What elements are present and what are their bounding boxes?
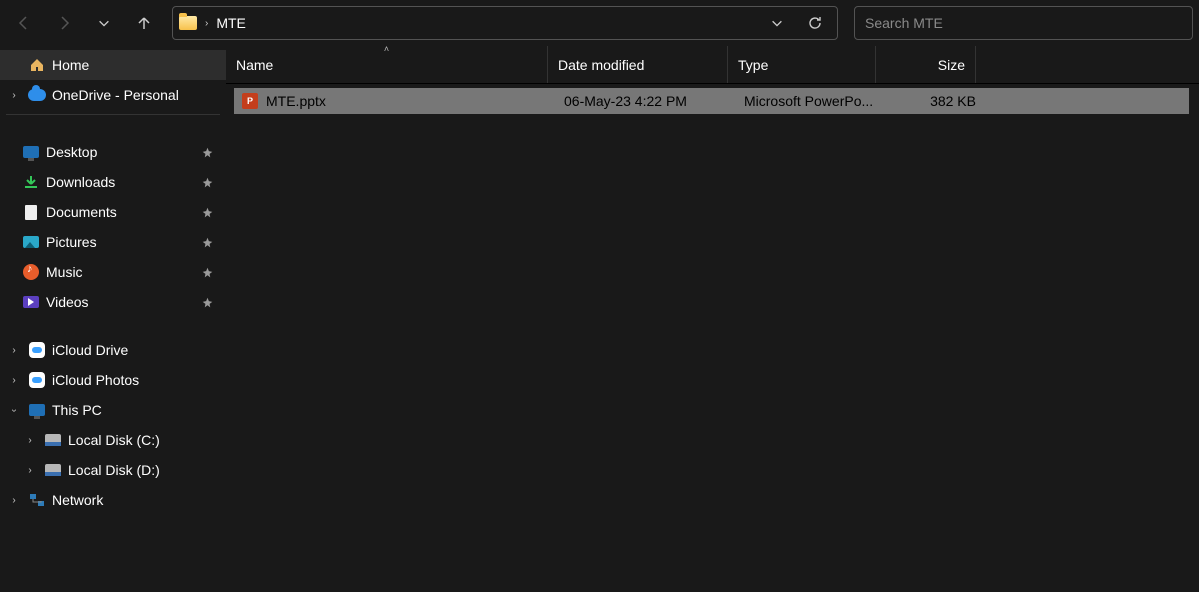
powerpoint-icon: P: [242, 93, 258, 109]
sidebar-item-label: Downloads: [46, 174, 192, 190]
pin-icon: [198, 147, 216, 158]
folder-icon: [179, 16, 197, 30]
file-name-cell: P MTE.pptx: [234, 93, 556, 109]
onedrive-icon: [28, 86, 46, 104]
sidebar-item-label: iCloud Photos: [52, 372, 226, 388]
chevron-right-icon[interactable]: ›: [22, 465, 38, 476]
sidebar-item-label: Local Disk (C:): [68, 432, 226, 448]
file-rows: P MTE.pptx 06-May-23 4:22 PM Microsoft P…: [226, 84, 1199, 592]
recent-locations-button[interactable]: [86, 5, 122, 41]
pin-icon: [198, 297, 216, 308]
pin-icon: [198, 237, 216, 248]
sidebar-item-label: iCloud Drive: [52, 342, 226, 358]
address-history-button[interactable]: [761, 8, 793, 38]
desktop-icon: [22, 143, 40, 161]
sidebar-item-onedrive[interactable]: › OneDrive - Personal: [0, 80, 226, 110]
chevron-right-icon[interactable]: ›: [6, 345, 22, 356]
file-row[interactable]: P MTE.pptx 06-May-23 4:22 PM Microsoft P…: [234, 88, 1189, 114]
column-header-date[interactable]: Date modified: [548, 46, 728, 83]
documents-icon: [22, 203, 40, 221]
sidebar-item-downloads[interactable]: Downloads: [0, 167, 226, 197]
music-icon: [22, 263, 40, 281]
column-header-label: Size: [938, 57, 965, 73]
refresh-icon: [807, 15, 823, 31]
chevron-down-icon: [770, 16, 784, 30]
search-input[interactable]: [865, 15, 1182, 31]
sidebar-item-documents[interactable]: Documents: [0, 197, 226, 227]
address-bar[interactable]: › MTE: [172, 6, 838, 40]
sidebar-item-label: Home: [52, 57, 226, 73]
pin-icon: [198, 177, 216, 188]
sidebar-item-icloud-drive[interactable]: › iCloud Drive: [0, 335, 226, 365]
sidebar-item-label: Desktop: [46, 144, 192, 160]
sidebar: › Home › OneDrive - Personal Desktop Dow…: [0, 46, 226, 592]
sidebar-item-pictures[interactable]: Pictures: [0, 227, 226, 257]
sidebar-item-local-disk-d[interactable]: › Local Disk (D:): [0, 455, 226, 485]
sidebar-item-label: OneDrive - Personal: [52, 87, 226, 103]
disk-icon: [44, 431, 62, 449]
pictures-icon: [22, 233, 40, 251]
file-type-cell: Microsoft PowerPo...: [736, 93, 884, 109]
refresh-button[interactable]: [799, 8, 831, 38]
file-size-cell: 382 KB: [884, 93, 984, 109]
downloads-icon: [22, 173, 40, 191]
sidebar-item-label: This PC: [52, 402, 226, 418]
sidebar-item-label: Music: [46, 264, 192, 280]
search-bar[interactable]: [854, 6, 1193, 40]
column-header-label: Name: [236, 57, 273, 73]
arrow-right-icon: [56, 15, 72, 31]
column-header-label: Type: [738, 57, 768, 73]
disk-icon: [44, 461, 62, 479]
file-date-cell: 06-May-23 4:22 PM: [556, 93, 736, 109]
pin-icon: [198, 267, 216, 278]
sidebar-item-videos[interactable]: Videos: [0, 287, 226, 317]
breadcrumb-current[interactable]: MTE: [216, 15, 246, 31]
chevron-right-icon[interactable]: ›: [22, 435, 38, 446]
arrow-up-icon: [136, 15, 152, 31]
up-button[interactable]: [126, 5, 162, 41]
sidebar-item-desktop[interactable]: Desktop: [0, 137, 226, 167]
pc-icon: [28, 401, 46, 419]
network-icon: [28, 491, 46, 509]
column-headers: Name ˄ Date modified Type Size: [226, 46, 1199, 84]
toolbar: › MTE: [0, 0, 1199, 46]
breadcrumb-separator-icon: ›: [203, 18, 210, 29]
sidebar-item-network[interactable]: › Network: [0, 485, 226, 515]
pin-icon: [198, 207, 216, 218]
chevron-right-icon[interactable]: ›: [6, 495, 22, 506]
column-header-size[interactable]: Size: [876, 46, 976, 83]
home-icon: [28, 56, 46, 74]
column-header-name[interactable]: Name ˄: [226, 46, 548, 83]
icloud-drive-icon: [28, 341, 46, 359]
chevron-right-icon[interactable]: ›: [6, 375, 22, 386]
sidebar-item-this-pc[interactable]: › This PC: [0, 395, 226, 425]
sidebar-item-label: Network: [52, 492, 226, 508]
back-button[interactable]: [6, 5, 42, 41]
icloud-photos-icon: [28, 371, 46, 389]
forward-button[interactable]: [46, 5, 82, 41]
sidebar-item-label: Documents: [46, 204, 192, 220]
column-header-type[interactable]: Type: [728, 46, 876, 83]
videos-icon: [22, 293, 40, 311]
sidebar-item-music[interactable]: Music: [0, 257, 226, 287]
file-name: MTE.pptx: [266, 93, 326, 109]
sidebar-item-home[interactable]: › Home: [0, 50, 226, 80]
sidebar-item-local-disk-c[interactable]: › Local Disk (C:): [0, 425, 226, 455]
sidebar-item-label: Local Disk (D:): [68, 462, 226, 478]
file-list-pane: Name ˄ Date modified Type Size P MTE.ppt…: [226, 46, 1199, 592]
sort-ascending-icon: ˄: [384, 44, 389, 54]
sidebar-item-icloud-photos[interactable]: › iCloud Photos: [0, 365, 226, 395]
arrow-left-icon: [16, 15, 32, 31]
chevron-down-icon: [97, 16, 111, 30]
column-header-label: Date modified: [558, 57, 644, 73]
chevron-right-icon[interactable]: ›: [6, 90, 22, 101]
sidebar-item-label: Pictures: [46, 234, 192, 250]
chevron-down-icon[interactable]: ›: [9, 402, 20, 418]
sidebar-item-label: Videos: [46, 294, 192, 310]
